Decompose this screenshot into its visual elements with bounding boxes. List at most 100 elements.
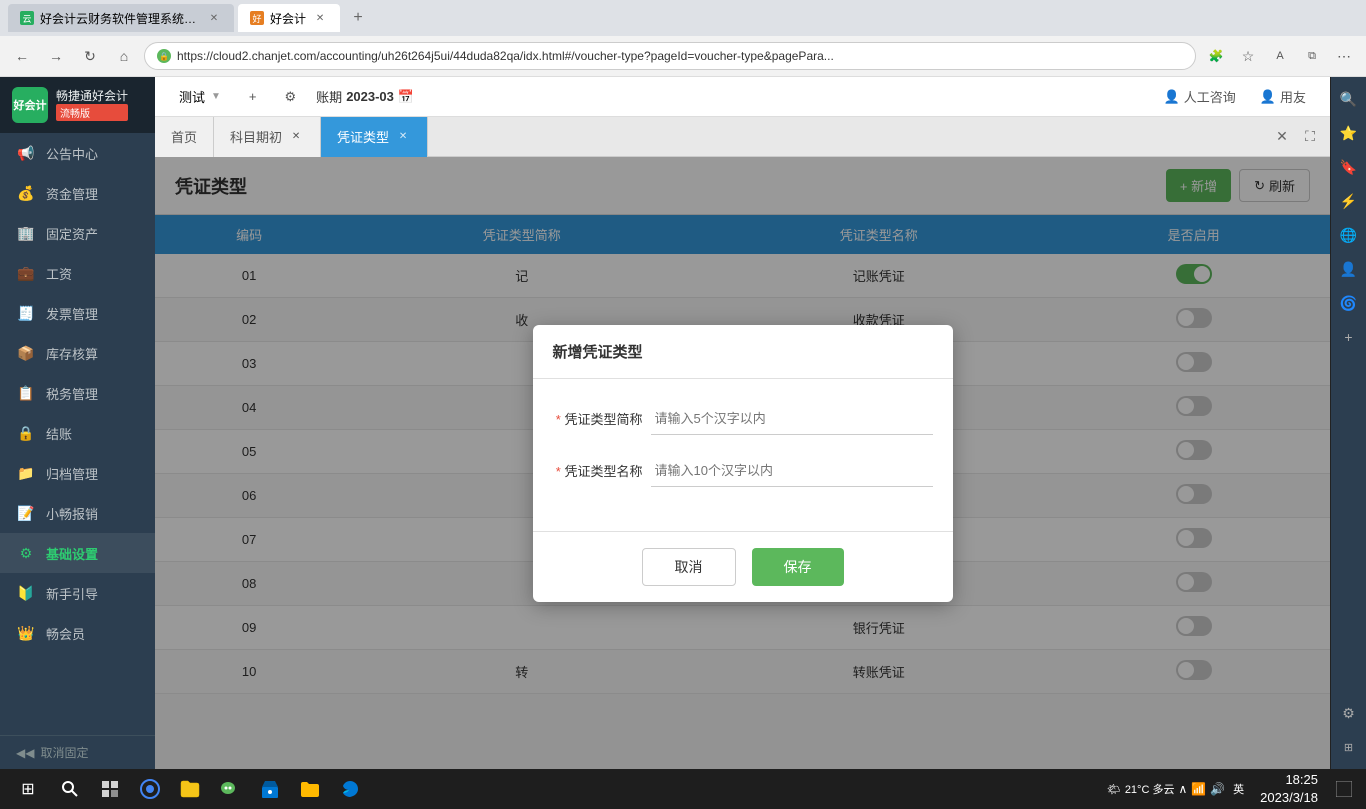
sidebar-item-settings[interactable]: ⚙ 基础设置 xyxy=(0,533,155,573)
home-button[interactable]: ⌂ xyxy=(110,42,138,70)
name-required-star: * xyxy=(556,464,561,479)
back-button[interactable]: ← xyxy=(8,42,36,70)
closing-icon: 🔒 xyxy=(16,423,36,443)
report-icon: 📝 xyxy=(16,503,36,523)
browser-tab-2[interactable]: 好 好会计 ✕ xyxy=(238,4,340,32)
new-tab-button[interactable]: + xyxy=(344,4,372,32)
address-input-field[interactable]: 🔒 https://cloud2.chanjet.com/accounting/… xyxy=(144,42,1196,70)
panel-maximize-button[interactable]: ⛶ xyxy=(1298,125,1322,149)
sidebar: 好会计 畅捷通好会计 流畅版 📢 公告中心 💰 资金管理 🏢 固定资产 💼 xyxy=(0,77,155,769)
right-sync-icon[interactable]: 🌀 xyxy=(1335,289,1363,317)
browser-settings-icon[interactable]: ⋯ xyxy=(1330,42,1358,70)
sidebar-item-report[interactable]: 📝 小畅报销 xyxy=(0,493,155,533)
right-settings-icon[interactable]: ⚙ xyxy=(1335,699,1363,727)
sidebar-item-member[interactable]: 👑 畅会员 xyxy=(0,613,155,653)
browser-actions: 🧩 ☆ A ⧉ ⋯ xyxy=(1202,42,1358,70)
help-label: 人工咨询 xyxy=(1184,87,1236,106)
taskbar-clock: 18:25 2023/3/18 xyxy=(1252,771,1326,807)
name-input[interactable] xyxy=(651,455,933,487)
abbr-label: * 凭证类型简称 xyxy=(553,409,643,428)
address-bar: ← → ↻ ⌂ 🔒 https://cloud2.chanjet.com/acc… xyxy=(0,36,1366,76)
cancel-pin-label: 取消固定 xyxy=(40,744,88,761)
sidebar-item-invoices[interactable]: 🧾 发票管理 xyxy=(0,293,155,333)
start-button[interactable]: ⊞ xyxy=(8,769,48,809)
tab-home[interactable]: 首页 xyxy=(155,117,214,157)
sidebar-item-tax[interactable]: 📋 税务管理 xyxy=(0,373,155,413)
right-globe-icon[interactable]: 🌐 xyxy=(1335,221,1363,249)
right-search-icon[interactable]: 🔍 xyxy=(1335,85,1363,113)
taskbar-notification-icon[interactable] xyxy=(1330,771,1358,807)
tab-home-label: 首页 xyxy=(171,127,197,146)
bookmark-icon[interactable]: ☆ xyxy=(1234,42,1262,70)
closing-label: 结账 xyxy=(46,424,72,443)
save-button[interactable]: 保存 xyxy=(752,548,844,586)
tab-subject[interactable]: 科目期初 ✕ xyxy=(214,117,321,157)
settings-button[interactable]: ⚙ xyxy=(277,85,305,109)
taskbar-time-display: 18:25 xyxy=(1260,771,1318,789)
add-icon: + xyxy=(249,89,257,104)
user-button[interactable]: 👤 用友 xyxy=(1252,83,1314,110)
extensions-icon[interactable]: 🧩 xyxy=(1202,42,1230,70)
browser-tab-1[interactable]: 云 好会计云财务软件管理系统_会计 ✕ xyxy=(8,4,234,32)
right-layout-icon[interactable]: ⊞ xyxy=(1335,733,1363,761)
right-add-icon[interactable]: + xyxy=(1335,323,1363,351)
tax-label: 税务管理 xyxy=(46,384,98,403)
taskbar-network-icon[interactable]: ∧ xyxy=(1178,782,1187,796)
assets-icon: 🏢 xyxy=(16,223,36,243)
salary-label: 工资 xyxy=(46,264,72,283)
taskbar-store-icon[interactable] xyxy=(252,771,288,807)
topbar-settings-icon: ⚙ xyxy=(285,89,297,105)
abbr-label-text: 凭证类型简称 xyxy=(564,412,642,427)
user-label: 用友 xyxy=(1280,87,1306,106)
cancel-button[interactable]: 取消 xyxy=(642,548,736,586)
content-tabs: 首页 科目期初 ✕ 凭证类型 ✕ ✕ ⛶ xyxy=(155,117,1330,157)
right-star-icon[interactable]: ⭐ xyxy=(1335,119,1363,147)
tab-voucher-type[interactable]: 凭证类型 ✕ xyxy=(321,117,428,157)
sidebar-item-announcements[interactable]: 📢 公告中心 xyxy=(0,133,155,173)
sidebar-item-salary[interactable]: 💼 工资 xyxy=(0,253,155,293)
right-user-icon[interactable]: 👤 xyxy=(1335,255,1363,283)
right-flash-icon[interactable]: ⚡ xyxy=(1335,187,1363,215)
invoices-icon: 🧾 xyxy=(16,303,36,323)
taskbar-edge-icon[interactable] xyxy=(332,771,368,807)
workspace-selector[interactable]: 测试 ▼ xyxy=(171,83,229,110)
forward-button[interactable]: → xyxy=(42,42,70,70)
sidebar-item-archive[interactable]: 📁 归档管理 xyxy=(0,453,155,493)
help-button[interactable]: 👤 人工咨询 xyxy=(1156,83,1244,110)
tab-voucher-type-label: 凭证类型 xyxy=(337,127,389,146)
taskbar-folder-icon[interactable] xyxy=(292,771,328,807)
guide-icon: 🔰 xyxy=(16,583,36,603)
sidebar-item-guide[interactable]: 🔰 新手引导 xyxy=(0,573,155,613)
tab-voucher-type-close[interactable]: ✕ xyxy=(395,129,411,145)
logo-info: 畅捷通好会计 流畅版 xyxy=(56,89,128,122)
taskbar-task-view-icon[interactable] xyxy=(92,771,128,807)
sidebar-item-inventory[interactable]: 📦 库存核算 xyxy=(0,333,155,373)
user-icon: 👤 xyxy=(1260,89,1276,105)
tab-subject-close[interactable]: ✕ xyxy=(288,129,304,145)
panel-close-button[interactable]: ✕ xyxy=(1270,125,1294,149)
cancel-pin-button[interactable]: ◀◀ 取消固定 xyxy=(0,735,155,769)
salary-icon: 💼 xyxy=(16,263,36,283)
announcements-icon: 📢 xyxy=(16,143,36,163)
read-mode-icon[interactable]: A xyxy=(1266,42,1294,70)
abbr-input[interactable] xyxy=(651,403,933,435)
sidebar-item-closing[interactable]: 🔒 结账 xyxy=(0,413,155,453)
taskbar-wechat-icon[interactable] xyxy=(212,771,248,807)
inventory-label: 库存核算 xyxy=(46,344,98,363)
logo-icon: 好会计 xyxy=(12,87,48,123)
taskbar-search-icon[interactable] xyxy=(52,771,88,807)
sidebar-item-funds[interactable]: 💰 资金管理 xyxy=(0,173,155,213)
right-bookmark-icon[interactable]: 🔖 xyxy=(1335,153,1363,181)
period-calendar-icon[interactable]: 📅 xyxy=(398,89,414,105)
taskbar-chrome-icon[interactable] xyxy=(132,771,168,807)
add-workspace-button[interactable]: + xyxy=(241,85,265,108)
sidebar-item-assets[interactable]: 🏢 固定资产 xyxy=(0,213,155,253)
tab-close-1[interactable]: ✕ xyxy=(206,10,222,26)
split-screen-icon[interactable]: ⧉ xyxy=(1298,42,1326,70)
taskbar-explorer-icon[interactable] xyxy=(172,771,208,807)
report-label: 小畅报销 xyxy=(46,504,98,523)
guide-label: 新手引导 xyxy=(46,584,98,603)
tab-close-2[interactable]: ✕ xyxy=(312,10,328,26)
reload-button[interactable]: ↻ xyxy=(76,42,104,70)
taskbar-lang[interactable]: 英 xyxy=(1229,781,1248,797)
